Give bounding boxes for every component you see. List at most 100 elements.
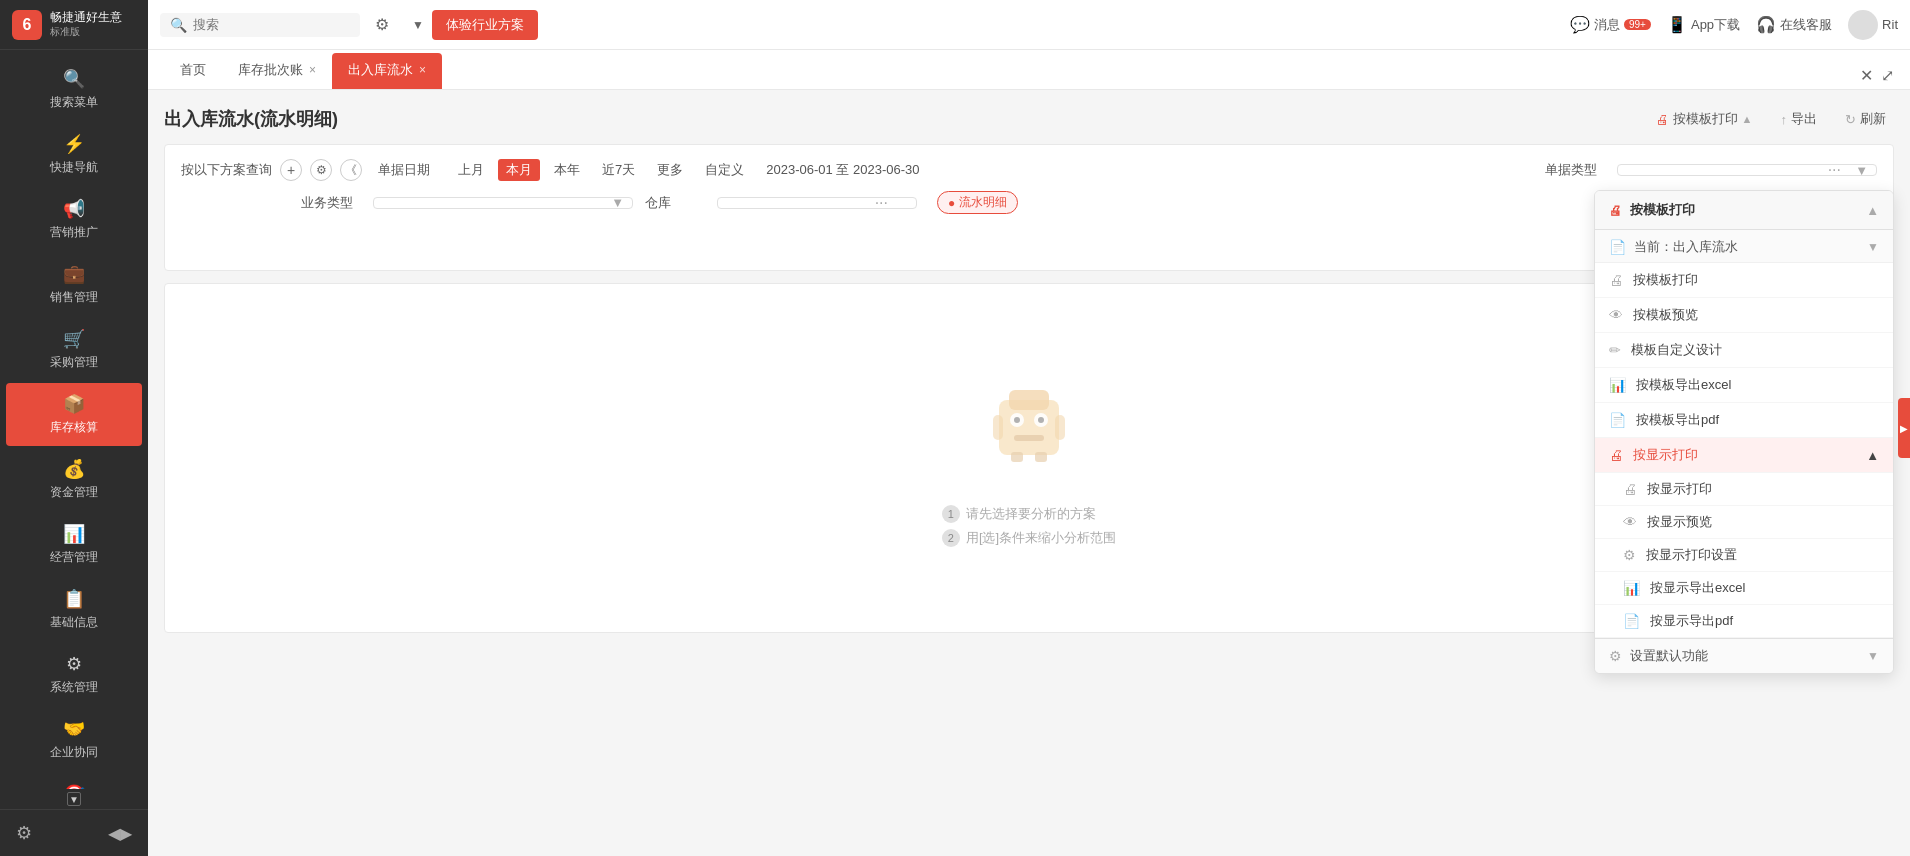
print-dropdown-panel: 🖨 按模板打印 ▲ 📄 当前：出入库流水 ▼ 🖨 按模板打印 👁 按模板预览 (1594, 190, 1894, 674)
warehouse-more-icon[interactable]: ··· (875, 194, 888, 212)
sidebar-item-enterprise[interactable]: 🤝 企业协同 (6, 708, 142, 771)
tab-home[interactable]: 首页 (164, 53, 222, 89)
sidebar-item-search[interactable]: 🔍 搜索菜单 (6, 58, 142, 121)
tab-in-out-flow-close-icon[interactable]: × (419, 63, 426, 77)
tab-batch-account[interactable]: 库存批次账 × (222, 53, 332, 89)
biz-type-select[interactable]: ▼ (373, 197, 633, 209)
tab-maximize-icon[interactable]: ⤢ (1881, 66, 1894, 85)
sidebar-item-marketing[interactable]: 📢 营销推广 (6, 188, 142, 251)
date-opt-last-month[interactable]: 上月 (450, 159, 492, 181)
dropdown-display-print-section[interactable]: 🖨 按显示打印 ▲ (1595, 438, 1893, 473)
right-edge-toggle[interactable]: ▶ (1898, 398, 1910, 458)
operations-icon: 📊 (63, 523, 85, 545)
display-print-icon: 🖨 (1623, 481, 1637, 497)
tab-in-out-flow[interactable]: 出入库流水 × (332, 53, 442, 89)
doc-print-icon: 🖨 (1609, 272, 1623, 288)
pdf-icon: 📄 (1609, 412, 1626, 428)
dropdown-display-preview-label: 按显示预览 (1647, 513, 1712, 531)
sidebar-item-system[interactable]: ⚙ 系统管理 (6, 643, 142, 706)
dropdown-display-settings-label: 按显示打印设置 (1646, 546, 1737, 564)
sidebar-item-operations[interactable]: 📊 经营管理 (6, 513, 142, 576)
search-input[interactable] (193, 17, 333, 32)
current-template-chevron-icon: ▼ (1867, 240, 1879, 254)
display-print-section-icon: 🖨 (1609, 447, 1623, 463)
sidebar-scroll-down-arrow[interactable]: ▼ (67, 792, 81, 806)
user-avatar-item[interactable]: Rit (1848, 10, 1898, 40)
sidebar-item-purchase[interactable]: 🛒 采购管理 (6, 318, 142, 381)
empty-state: 1 请先选择要分析的方案 2 用[选]条件来缩小分析范围 (942, 310, 1116, 607)
dropdown-display-preview[interactable]: 👁 按显示预览 (1595, 506, 1893, 539)
dropdown-display-print[interactable]: 🖨 按显示打印 (1595, 473, 1893, 506)
tab-in-out-flow-label: 出入库流水 (348, 61, 413, 79)
finance-icon: 💰 (63, 458, 85, 480)
chevron-down-icon[interactable]: ▼ (404, 11, 432, 39)
basic-info-icon: 📋 (63, 588, 85, 610)
tabs-bar: 首页 库存批次账 × 出入库流水 × ✕ ⤢ (148, 50, 1910, 90)
refresh-label: 刷新 (1860, 110, 1886, 128)
filter-add-button[interactable]: + (280, 159, 302, 181)
date-opt-this-year[interactable]: 本年 (546, 159, 588, 181)
main-content: 🔍 ⚙ ▼ 体验行业方案 💬 消息 99+ 📱 App下载 🎧 在线客服 (148, 0, 1910, 856)
sidebar-collapse-icon[interactable]: ◀▶ (108, 824, 132, 843)
printer-header-icon: 🖨 (1609, 203, 1622, 218)
topbar-search-box[interactable]: 🔍 (160, 13, 360, 37)
sidebar-bottom: ⚙ ◀▶ (0, 809, 148, 856)
sidebar-nav: 🔍 搜索菜单 ⚡ 快捷导航 📢 营销推广 💼 销售管理 🛒 采购管理 📦 库存核… (0, 50, 148, 789)
sidebar-item-sales[interactable]: 💼 销售管理 (6, 253, 142, 316)
dropdown-template-export-excel[interactable]: 📊 按模板导出excel (1595, 368, 1893, 403)
refresh-button[interactable]: ↻ 刷新 (1837, 106, 1894, 132)
sidebar-item-finance[interactable]: 💰 资金管理 (6, 448, 142, 511)
print-template-button[interactable]: 🖨 按模板打印 ▲ (1648, 106, 1761, 132)
filter-collapse-button[interactable]: 《 (340, 159, 362, 181)
export-label: 导出 (1791, 110, 1817, 128)
empty-hint-2: 2 用[选]条件来缩小分析范围 (942, 529, 1116, 547)
tab-batch-account-close-icon[interactable]: × (309, 63, 316, 77)
sidebar-item-guide[interactable]: 🎯 新手引导 (6, 773, 142, 789)
message-label: 消息 (1594, 16, 1620, 34)
export-button[interactable]: ↑ 导出 (1773, 106, 1826, 132)
dropdown-chevron-up-icon[interactable]: ▲ (1866, 203, 1879, 218)
dropdown-template-customize[interactable]: ✏ 模板自定义设计 (1595, 333, 1893, 368)
date-opt-more[interactable]: 更多 (649, 159, 691, 181)
tab-close-all-icon[interactable]: ✕ (1860, 66, 1873, 85)
online-service-label: 在线客服 (1780, 16, 1832, 34)
date-range-display: 2023-06-01 至 2023-06-30 (766, 161, 919, 179)
current-template-label: 当前：出入库流水 (1634, 238, 1738, 256)
date-opt-this-month[interactable]: 本月 (498, 159, 540, 181)
app-logo: 6 畅捷通好生意 标准版 (0, 0, 148, 50)
settings-gear-icon[interactable]: ⚙ (368, 11, 396, 39)
doc-type-filter-label: 单据类型 (1545, 161, 1605, 179)
dropdown-display-export-excel[interactable]: 📊 按显示导出excel (1595, 572, 1893, 605)
trial-industry-button[interactable]: 体验行业方案 (432, 10, 538, 40)
dropdown-header: 🖨 按模板打印 ▲ (1595, 191, 1893, 230)
filter-tag-chip: ● 流水明细 (937, 191, 1018, 214)
app-download-item[interactable]: 📱 App下载 (1667, 15, 1740, 34)
date-opt-last-7[interactable]: 近7天 (594, 159, 643, 181)
dropdown-template-print[interactable]: 🖨 按模板打印 (1595, 263, 1893, 298)
dropdown-display-pdf-label: 按显示导出pdf (1650, 612, 1733, 630)
enterprise-icon: 🤝 (63, 718, 85, 740)
dropdown-footer[interactable]: ⚙ 设置默认功能 ▼ (1595, 638, 1893, 673)
current-template-item[interactable]: 📄 当前：出入库流水 ▼ (1595, 230, 1893, 263)
dropdown-display-print-settings[interactable]: ⚙ 按显示打印设置 (1595, 539, 1893, 572)
sidebar-settings-icon[interactable]: ⚙ (16, 822, 32, 844)
dropdown-template-export-pdf[interactable]: 📄 按模板导出pdf (1595, 403, 1893, 438)
date-opt-custom[interactable]: 自定义 (697, 159, 752, 181)
topbar: 🔍 ⚙ ▼ 体验行业方案 💬 消息 99+ 📱 App下载 🎧 在线客服 (148, 0, 1910, 50)
app-download-label: App下载 (1691, 16, 1740, 34)
doc-type-more-icon[interactable]: ··· (1828, 161, 1841, 179)
sidebar-item-quick-nav[interactable]: ⚡ 快捷导航 (6, 123, 142, 186)
dropdown-title: 按模板打印 (1630, 201, 1695, 219)
warehouse-select[interactable]: ··· (717, 197, 917, 209)
filter-settings-button[interactable]: ⚙ (310, 159, 332, 181)
message-item[interactable]: 💬 消息 99+ (1570, 15, 1651, 34)
page-title-bar: 出入库流水(流水明细) 🖨 按模板打印 ▲ ↑ 导出 ↻ 刷新 (164, 106, 1894, 132)
sidebar-item-basic-info[interactable]: 📋 基础信息 (6, 578, 142, 641)
doc-customize-icon: ✏ (1609, 342, 1621, 358)
doc-type-field: ▼ ··· (1617, 164, 1877, 176)
sidebar-item-inventory[interactable]: 📦 库存核算 (6, 383, 142, 446)
svg-rect-6 (1014, 435, 1044, 441)
online-service-item[interactable]: 🎧 在线客服 (1756, 15, 1832, 34)
dropdown-template-preview[interactable]: 👁 按模板预览 (1595, 298, 1893, 333)
dropdown-display-export-pdf[interactable]: 📄 按显示导出pdf (1595, 605, 1893, 638)
